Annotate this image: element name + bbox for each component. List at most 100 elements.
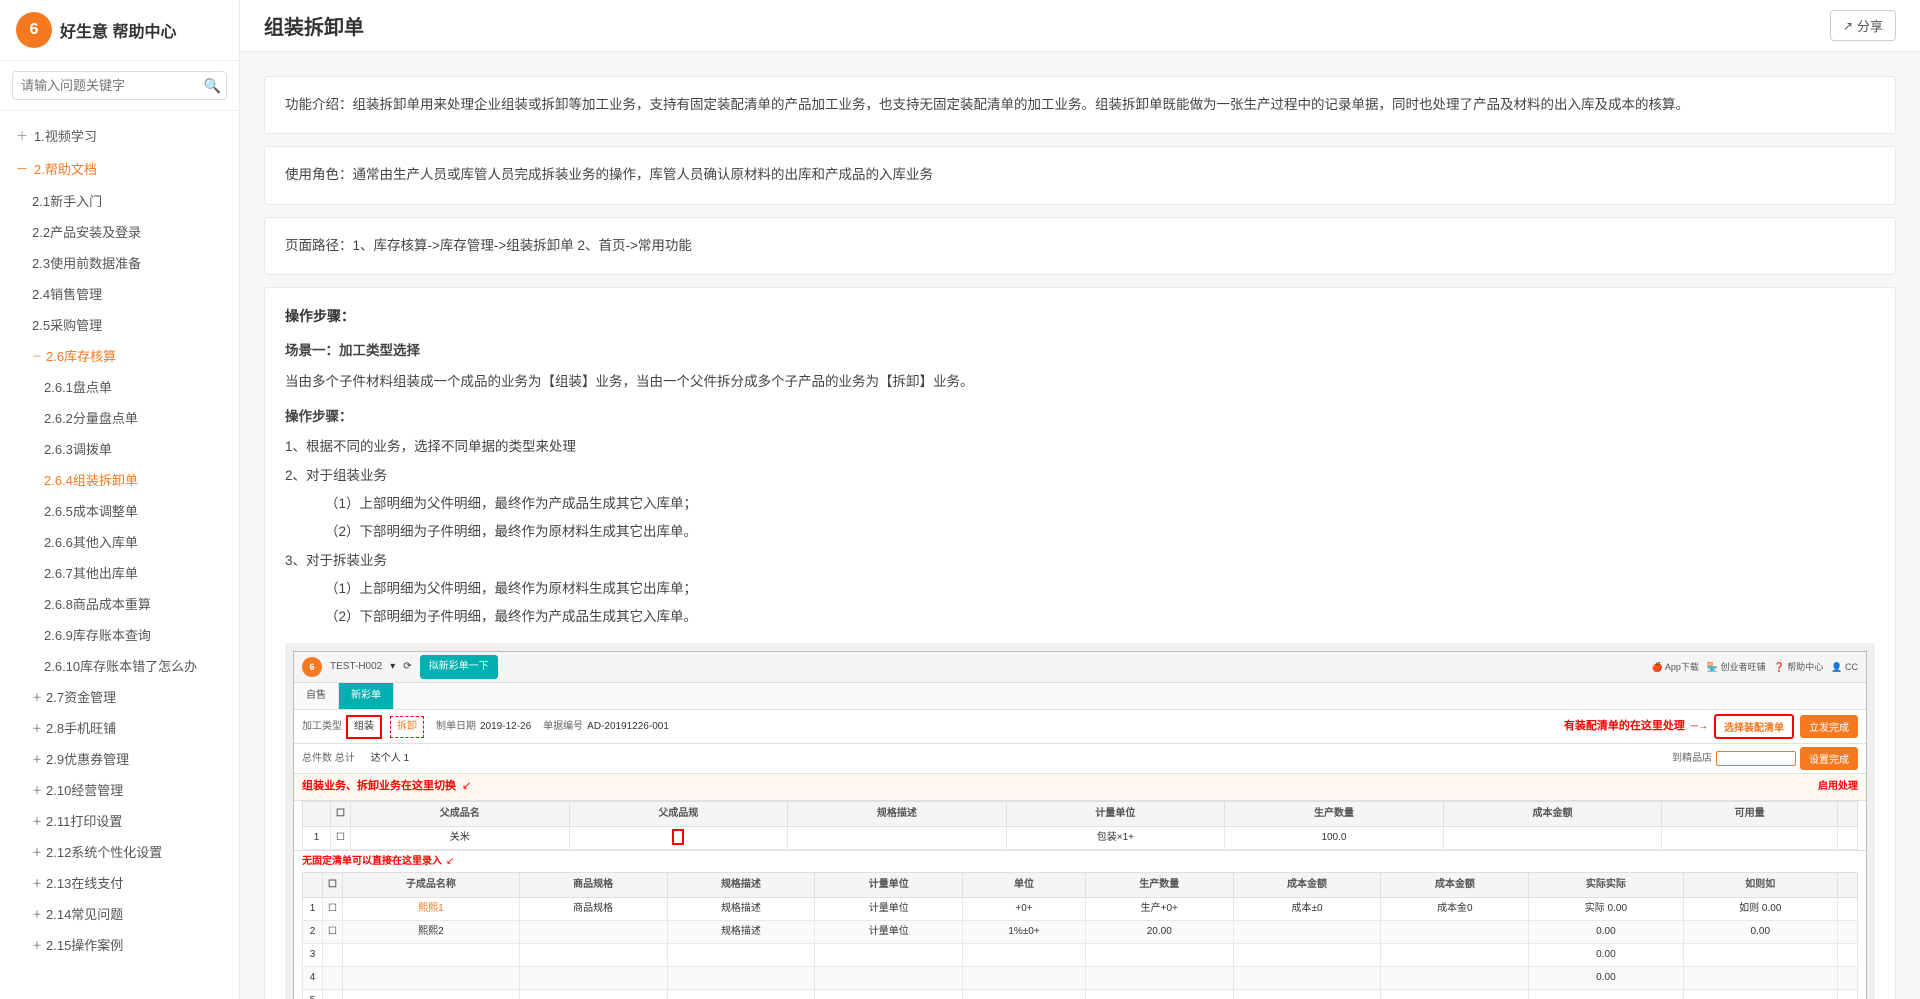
col-unit: 计量单位 (1006, 802, 1225, 827)
table-row: 1 ☐ 关米 包装×1+ 100.0 (303, 827, 1858, 850)
search-icon[interactable]: 🔍 (204, 77, 221, 94)
plus-icon-2.10: ＋ (32, 782, 42, 797)
erp-tab-new[interactable]: 新彩单 (339, 683, 394, 709)
erp-warehouse-area: 到精品店 设置完成 (1672, 747, 1858, 770)
main-area: 组装拆卸单 ↗ 分享 功能介绍：组装拆卸单用来处理企业组装或拆卸等加工业务，支持… (240, 0, 1920, 999)
sidebar-item-2.13[interactable]: ＋ 2.13在线支付 (0, 867, 239, 898)
col-spec-desc: 规格描述 (788, 802, 1007, 827)
erp-warehouse-input[interactable] (1716, 751, 1796, 766)
cell-avail (1662, 827, 1838, 850)
sidebar-item-2.11[interactable]: ＋ 2.11打印设置 (0, 805, 239, 836)
sidebar-item-2.6.7[interactable]: 2.6.7其他出库单 (0, 557, 239, 588)
col-checkbox: ☐ (331, 802, 351, 827)
sidebar-item-2.6.10[interactable]: 2.6.10库存账本错了怎么办 (0, 650, 239, 681)
erp-refresh-icon[interactable]: ⟳ (403, 658, 411, 676)
breadcrumb-text: 页面路径：1、库存核算->库存管理->组装拆卸单 2、首页->常用功能 (285, 234, 1875, 258)
erp-annotation2-bar: 组装业务、拆卸业务在这里切换 ↙ 启用处理 (294, 774, 1866, 801)
screenshot-container: 6 TEST-H002 ▾ ⟳ 拟新彩单一下 🍎 App下载 🏪 创业者旺铺 ❓… (285, 643, 1875, 999)
erp-date-label: 制单日期 (436, 718, 476, 736)
search-input[interactable] (12, 71, 227, 100)
sidebar-item-2.6.4[interactable]: 2.6.4组装拆卸单 (0, 464, 239, 495)
sidebar-item-docs[interactable]: － 2.帮助文档 (0, 152, 239, 185)
sidebar-item-2.6.1[interactable]: 2.6.1盘点单 (0, 371, 239, 402)
erp-form-header: 加工类型 组装 拆卸 制单日期 2019-12-26 单据编号 AD-20191… (294, 710, 1866, 744)
child-table-head: ☐ 子成品名称 商品规格 规格描述 计量单位 单位 生产数量 成本金额 成本金额 (303, 873, 1858, 898)
erp-select-btn[interactable]: 选择装配清单 (1714, 714, 1794, 739)
share-button[interactable]: ↗ 分享 (1830, 10, 1896, 41)
sidebar-item-2.6[interactable]: － 2.6库存核算 (0, 340, 239, 371)
parent-table-body: 1 ☐ 关米 包装×1+ 100.0 (303, 827, 1858, 850)
erp-help-link: ❓ 帮助中心 (1774, 659, 1824, 675)
sidebar-item-2.6.9[interactable]: 2.6.9库存账本查询 (0, 619, 239, 650)
intro-text: 功能介绍：组装拆卸单用来处理企业组装或拆卸等加工业务，支持有固定装配清单的产品加… (285, 93, 1875, 117)
sidebar-item-2.8[interactable]: ＋ 2.8手机旺铺 (0, 712, 239, 743)
sidebar-item-2.3[interactable]: 2.3使用前数据准备 (0, 247, 239, 278)
sidebar-item-2.6.6[interactable]: 2.6.6其他入库单 (0, 526, 239, 557)
erp-warehouse-label: 到精品店 (1672, 750, 1712, 768)
erp-app-id: TEST-H002 (330, 658, 382, 676)
sidebar-item-2.15[interactable]: ＋ 2.15操作案例 (0, 929, 239, 960)
step2-sub1: （1）上部明细为父件明细，最终作为产成品生成其它入库单； (325, 492, 1875, 516)
arrow-icon1: ─→ (1691, 718, 1708, 736)
sidebar-item-2.6.3[interactable]: 2.6.3调拨单 (0, 433, 239, 464)
breadcrumb-card: 页面路径：1、库存核算->库存管理->组装拆卸单 2、首页->常用功能 (264, 217, 1896, 275)
erp-type-field: 加工类型 组装 拆卸 (302, 715, 424, 739)
sidebar-item-2.5[interactable]: 2.5采购管理 (0, 309, 239, 340)
erp-user: 👤 CC (1831, 659, 1858, 675)
erp-no-field: 单据编号 AD-20191226-001 (543, 718, 669, 736)
sidebar-item-2.6.2[interactable]: 2.6.2分量盘点单 (0, 402, 239, 433)
erp-annotation1-area: 有装配清单的在这里处理 ─→ 选择装配清单 立发完成 (1564, 714, 1858, 739)
plus-icon-2.8: ＋ (32, 720, 42, 735)
intro-card: 功能介绍：组装拆卸单用来处理企业组装或拆卸等加工业务，支持有固定装配清单的产品加… (264, 76, 1896, 134)
plus-icon-2.7: ＋ (32, 689, 42, 704)
plus-icon-2.13: ＋ (32, 875, 42, 890)
annotation2-arrow: ↙ (462, 777, 471, 797)
cell-cost (1443, 827, 1662, 850)
content-area: 功能介绍：组装拆卸单用来处理企业组装或拆卸等加工业务，支持有固定装配清单的产品加… (240, 52, 1920, 999)
erp-topbar-right: 🍎 App下载 🏪 创业者旺铺 ❓ 帮助中心 👤 CC (1652, 659, 1858, 675)
erp-topbar: 6 TEST-H002 ▾ ⟳ 拟新彩单一下 🍎 App下载 🏪 创业者旺铺 ❓… (294, 652, 1866, 683)
erp-total-label: 总件数 总计 (302, 750, 355, 768)
sub-col-prod-qty: 生产数量 (1085, 873, 1233, 898)
erp-dropdown-icon[interactable]: ▾ (390, 658, 395, 676)
erp-tab-self[interactable]: 自售 (294, 683, 339, 709)
sidebar-item-2.2[interactable]: 2.2产品安装及登录 (0, 216, 239, 247)
sidebar-item-2.14[interactable]: ＋ 2.14常见问题 (0, 898, 239, 929)
plus-icon-2.11: ＋ (32, 813, 42, 828)
parent-table-header-row: ☐ 父成品名 父成品规 规格描述 计量单位 生产数量 成本金额 可用量 (303, 802, 1858, 827)
table-row: 4 0.00 (303, 967, 1858, 990)
sidebar-item-2.4[interactable]: 2.4销售管理 (0, 278, 239, 309)
sidebar-item-2.9[interactable]: ＋ 2.9优惠券管理 (0, 743, 239, 774)
sidebar-item-2.1[interactable]: 2.1新手入门 (0, 185, 239, 216)
erp-confirm-btn[interactable]: 立发完成 (1800, 715, 1858, 738)
erp-tabs: 自售 新彩单 (294, 683, 1866, 710)
sidebar: 6 好生意 帮助中心 🔍 ＋ 1.视频学习 － 2.帮助文档 2.1新手入门 2… (0, 0, 240, 999)
col-qty: 生产数量 (1225, 802, 1444, 827)
erp-lower-table: ☐ 子成品名称 商品规格 规格描述 计量单位 单位 生产数量 成本金额 成本金额 (294, 872, 1866, 999)
parent-table: ☐ 父成品名 父成品规 规格描述 计量单位 生产数量 成本金额 可用量 (302, 801, 1858, 850)
sidebar-item-2.10[interactable]: ＋ 2.10经营管理 (0, 774, 239, 805)
sidebar-item-2.6.5[interactable]: 2.6.5成本调整单 (0, 495, 239, 526)
erp-set-btn[interactable]: 设置完成 (1800, 747, 1858, 770)
table-row: 1 ☐ 熙熙1 商品规格 规格描述 计量单位 +0+ 生产+0+ 成本±0 (303, 898, 1858, 921)
erp-new-btn[interactable]: 拟新彩单一下 (420, 655, 498, 679)
erp-date-value: 2019-12-26 (480, 718, 531, 736)
sub-col-act: 实际实际 (1529, 873, 1683, 898)
plus-icon-2.12: ＋ (32, 844, 42, 859)
search-box[interactable]: 🔍 (0, 61, 239, 111)
sidebar-item-video[interactable]: ＋ 1.视频学习 (0, 119, 239, 152)
sidebar-item-2.6.8[interactable]: 2.6.8商品成本重算 (0, 588, 239, 619)
child-table-body: 1 ☐ 熙熙1 商品规格 规格描述 计量单位 +0+ 生产+0+ 成本±0 (303, 898, 1858, 999)
topbar: 组装拆卸单 ↗ 分享 (240, 0, 1920, 52)
annotation4-arrow: ↙ (446, 853, 454, 871)
erp-no-value: AD-20191226-001 (587, 718, 669, 736)
logo-icon: 6 (16, 12, 52, 48)
sidebar-item-2.7[interactable]: ＋ 2.7资金管理 (0, 681, 239, 712)
erp-topbar-left: 6 TEST-H002 ▾ ⟳ 拟新彩单一下 (302, 655, 498, 679)
scene1-title: 场景一：加工类型选择 (285, 339, 1875, 363)
cell-checkbox[interactable]: ☐ (331, 827, 351, 850)
table-row: 5 (303, 990, 1858, 999)
cell-unit: 包装×1+ (1006, 827, 1225, 850)
sidebar-item-2.12[interactable]: ＋ 2.12系统个性化设置 (0, 836, 239, 867)
erp-disassemble-label: 拆卸 (390, 716, 424, 738)
